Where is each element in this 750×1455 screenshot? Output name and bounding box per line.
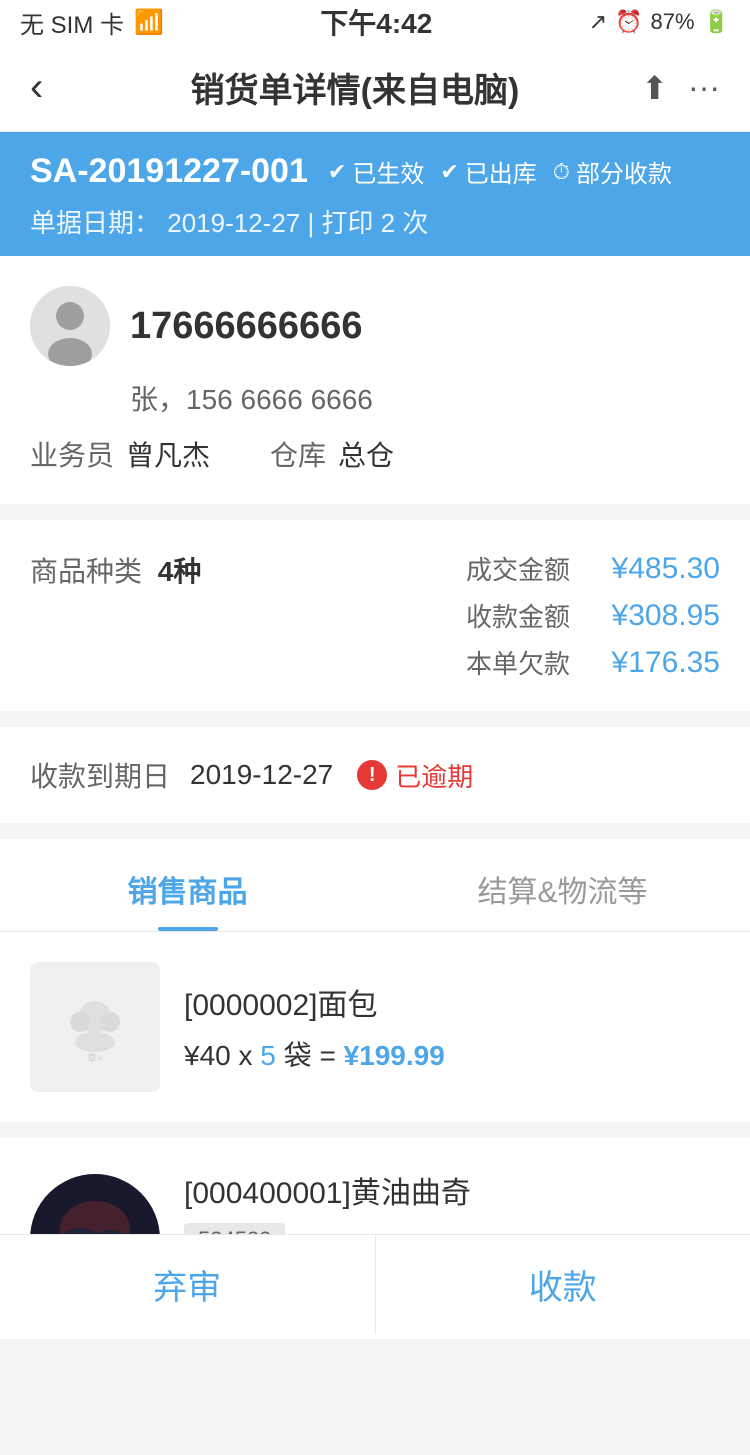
status-left: 无 SIM 卡 📶 [20, 5, 164, 40]
receipt-row: 收款金额 ¥308.95 [466, 597, 720, 634]
status-shipped-label: 已出库 [465, 154, 537, 189]
total-1: ¥199.99 [344, 1040, 445, 1071]
tab-sales-label: 销售商品 [128, 876, 248, 909]
customer-card: 17666666666 张，156 6666 6666 业务员 曾凡杰 仓库 总… [0, 256, 750, 504]
customer-meta: 业务员 曾凡杰 仓库 总仓 [30, 434, 720, 474]
product-name-1: [0000002]面包 [184, 980, 720, 1024]
confirm-button[interactable]: 收款 [376, 1235, 750, 1334]
battery-icon: 🔋 [703, 9, 730, 35]
customer-top: 17666666666 [30, 286, 720, 366]
warehouse-label: 仓库 [270, 434, 326, 474]
type-count: 4种 [158, 556, 202, 587]
summary-left: 商品种类 4种 [30, 550, 201, 590]
product-title-2: 黄油曲奇 [351, 1177, 471, 1210]
status-tags: ✔ 已生效 ✔ 已出库 ⏱ 部分收款 [328, 154, 672, 189]
product-code-1: [0000002] [184, 989, 317, 1022]
tab-settlement-label: 结算&物流等 [477, 876, 647, 909]
warehouse-value: 总仓 [338, 434, 394, 474]
customer-avatar [30, 286, 110, 366]
back-button[interactable]: ‹ [30, 65, 90, 110]
status-tag-partial: ⏱ 部分收款 [553, 154, 672, 189]
cancel-button[interactable]: 弃审 [0, 1235, 376, 1334]
tab-underline [158, 927, 218, 931]
status-time: 下午4:42 [320, 2, 432, 42]
status-effective-label: 已生效 [352, 154, 424, 189]
tabs-bar: 销售商品 结算&物流等 [0, 839, 750, 932]
battery-text: 87% [651, 9, 695, 35]
tab-sales-products[interactable]: 销售商品 [0, 839, 375, 931]
debt-label: 本单欠款 [466, 644, 570, 681]
overdue-text: 已逾期 [395, 757, 473, 794]
due-card: 收款到期日 2019-12-27 ! 已逾期 [0, 727, 750, 823]
type-label: 商品种类 [30, 556, 142, 587]
receipt-amount: ¥308.95 [590, 599, 720, 633]
banner-top: SA-20191227-001 ✔ 已生效 ✔ 已出库 ⏱ 部分收款 [30, 152, 720, 191]
product-name-2: [000400001]黄油曲奇 [184, 1168, 720, 1212]
customer-sub-info: 张，156 6666 6666 [130, 378, 720, 418]
date-label: 单据日期： [30, 208, 160, 238]
status-bar: 无 SIM 卡 📶 下午4:42 ↗ ⏰ 87% 🔋 [0, 0, 750, 44]
bottom-bar: 弃审 收款 [0, 1234, 750, 1334]
receipt-label: 收款金额 [466, 597, 570, 634]
debt-row: 本单欠款 ¥176.35 [466, 644, 720, 681]
product-info-1: [0000002]面包 ¥40 x 5 袋 = ¥199.99 [184, 980, 720, 1074]
order-date: 2019-12-27 [167, 208, 300, 238]
nav-bar: ‹ 销货单详情(来自电脑) ⬆ ··· [0, 44, 750, 132]
banner-sub: 单据日期： 2019-12-27 | 打印 2 次 [30, 203, 720, 240]
clock-icon: ⏱ [553, 159, 570, 185]
location-icon: ↗ [589, 9, 607, 35]
tab-settlement[interactable]: 结算&物流等 [375, 839, 750, 931]
status-partial-label: 部分收款 [576, 154, 672, 189]
list-item: 草+ [0000002]面包 ¥40 x 5 袋 = ¥199.99 [0, 932, 750, 1122]
product-thumbnail-1: 草+ [30, 962, 160, 1092]
check-icon-1: ✔ [328, 159, 346, 185]
unit-price-1: ¥40 [184, 1040, 231, 1071]
order-id: SA-20191227-001 [30, 152, 308, 191]
summary-right: 成交金额 ¥485.30 收款金额 ¥308.95 本单欠款 ¥176.35 [466, 550, 720, 681]
status-tag-effective: ✔ 已生效 [328, 154, 424, 189]
deal-amount: ¥485.30 [590, 552, 720, 586]
summary-card: 商品种类 4种 成交金额 ¥485.30 收款金额 ¥308.95 本单欠款 ¥… [0, 520, 750, 711]
qty-1: 5 [260, 1040, 276, 1071]
header-banner: SA-20191227-001 ✔ 已生效 ✔ 已出库 ⏱ 部分收款 单据日期：… [0, 132, 750, 256]
price-eq-1: = [319, 1040, 343, 1071]
wifi-icon: 📶 [134, 8, 164, 37]
svg-text:草+: 草+ [87, 1053, 103, 1065]
product-price-1: ¥40 x 5 袋 = ¥199.99 [184, 1034, 720, 1074]
share-icon[interactable]: ⬆ [641, 69, 668, 107]
product-code-2: [000400001] [184, 1177, 351, 1210]
status-tag-shipped: ✔ 已出库 [440, 154, 536, 189]
unit-1: 袋 [284, 1040, 312, 1071]
product-title-1: 面包 [317, 989, 377, 1022]
overdue-icon: ! [357, 760, 387, 790]
status-right: ↗ ⏰ 87% 🔋 [589, 9, 730, 35]
debt-amount: ¥176.35 [590, 646, 720, 680]
customer-account: 17666666666 [130, 305, 362, 348]
meta-sales: 业务员 曾凡杰 [30, 434, 210, 474]
more-icon[interactable]: ··· [688, 69, 720, 106]
deal-label: 成交金额 [466, 550, 570, 587]
nav-actions: ⬆ ··· [620, 69, 720, 107]
sales-person: 曾凡杰 [126, 434, 210, 474]
alarm-icon: ⏰ [615, 9, 642, 35]
sales-label: 业务员 [30, 434, 114, 474]
carrier-text: 无 SIM 卡 [20, 5, 124, 40]
due-date-value: 2019-12-27 [190, 759, 333, 791]
print-info: | 打印 2 次 [307, 208, 428, 238]
meta-warehouse: 仓库 总仓 [270, 434, 394, 474]
check-icon-2: ✔ [440, 159, 458, 185]
price-x-1: x [239, 1040, 261, 1071]
deal-row: 成交金额 ¥485.30 [466, 550, 720, 587]
due-label: 收款到期日 [30, 755, 170, 795]
page-title: 销货单详情(来自电脑) [90, 63, 620, 112]
overdue-badge: ! 已逾期 [357, 757, 473, 794]
